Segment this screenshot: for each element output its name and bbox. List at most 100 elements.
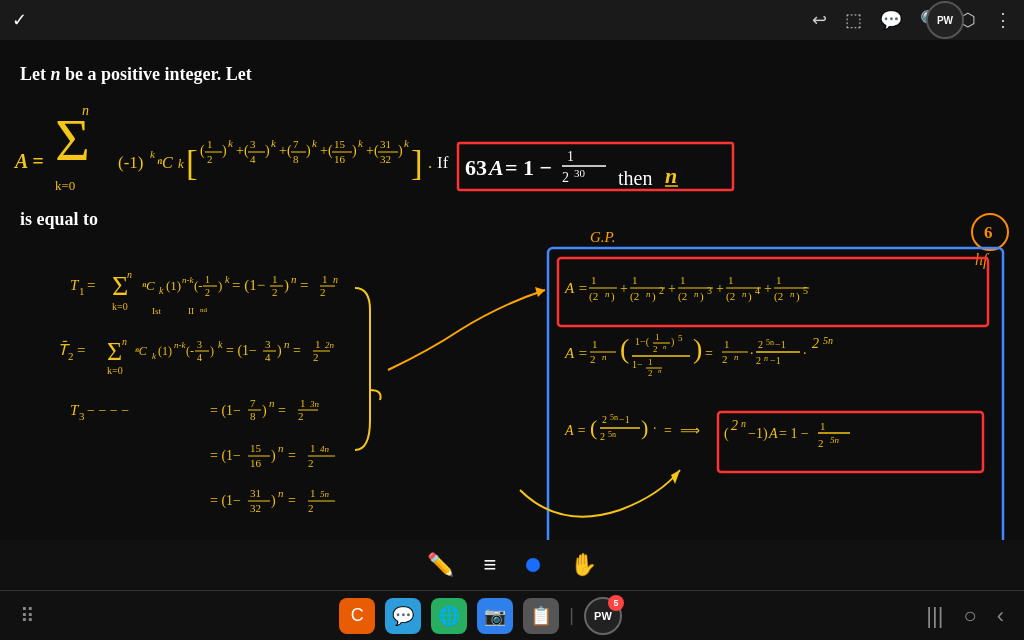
svg-text:A =: A = bbox=[564, 345, 588, 361]
svg-text:n: n bbox=[658, 367, 662, 375]
svg-text:A =: A = bbox=[564, 423, 586, 438]
svg-text:4: 4 bbox=[250, 153, 256, 165]
hand-icon[interactable]: ✋ bbox=[570, 552, 597, 578]
svg-text:1−: 1− bbox=[632, 359, 643, 370]
svg-text:(-: (- bbox=[186, 344, 194, 358]
svg-text:k: k bbox=[225, 274, 230, 285]
svg-text:1: 1 bbox=[728, 274, 734, 286]
nav-bars-icon[interactable]: ||| bbox=[926, 603, 943, 629]
svg-text:2: 2 bbox=[722, 353, 728, 365]
menu-icon[interactable]: ≡ bbox=[484, 552, 497, 578]
svg-text:(2: (2 bbox=[630, 290, 639, 303]
svg-text:n: n bbox=[742, 289, 747, 299]
svg-text:1: 1 bbox=[567, 149, 574, 164]
nav-home-icon[interactable]: ○ bbox=[963, 603, 976, 629]
math-content-svg: Let n be a positive integer. Let Σ n k=0… bbox=[0, 40, 1024, 580]
svg-text:+(: +( bbox=[320, 143, 333, 159]
svg-text:k=0: k=0 bbox=[55, 178, 75, 193]
svg-text:(2: (2 bbox=[589, 290, 598, 303]
svg-text:1: 1 bbox=[648, 357, 653, 367]
svg-text:): ) bbox=[284, 277, 289, 294]
svg-text:=: = bbox=[288, 448, 296, 463]
svg-text:2: 2 bbox=[659, 285, 664, 296]
svg-text:= 1 −: = 1 − bbox=[505, 155, 552, 180]
svg-text:1: 1 bbox=[310, 487, 316, 499]
svg-text:3: 3 bbox=[265, 338, 271, 350]
svg-text:): ) bbox=[611, 290, 615, 303]
svg-text:nd: nd bbox=[200, 306, 208, 314]
svg-text:+: + bbox=[620, 281, 628, 296]
app-icon-chat[interactable]: 💬 bbox=[385, 598, 421, 634]
toolbar-top: ✏️ ≡ ✋ bbox=[0, 540, 1024, 590]
pw-badge-count: 5 bbox=[608, 595, 624, 611]
separator: | bbox=[569, 605, 574, 626]
nav-icons-left: ⠿ bbox=[20, 604, 35, 628]
svg-text:(: ( bbox=[620, 333, 629, 364]
toolbar-bottom: ⠿ C 💬 🌐 📷 📋 | PW 5 ||| ○ ‹ bbox=[0, 590, 1024, 640]
svg-text:+(: +( bbox=[279, 143, 292, 159]
svg-text:): ) bbox=[748, 290, 752, 303]
svg-text:+(: +( bbox=[236, 143, 249, 159]
svg-text:1: 1 bbox=[632, 274, 638, 286]
app-icon-c[interactable]: C bbox=[339, 598, 375, 634]
svg-text:2: 2 bbox=[207, 153, 213, 165]
svg-text:7: 7 bbox=[293, 138, 299, 150]
nav-back-icon[interactable]: ‹ bbox=[997, 603, 1004, 629]
svg-text:(2: (2 bbox=[774, 290, 783, 303]
svg-text:31: 31 bbox=[250, 487, 261, 499]
svg-text:= (1−: = (1− bbox=[210, 403, 241, 419]
copy-icon[interactable]: ⬚ bbox=[845, 9, 862, 31]
status-left: ✓ bbox=[12, 9, 27, 31]
app-icon-camera[interactable]: 📷 bbox=[477, 598, 513, 634]
undo-icon[interactable]: ↩ bbox=[812, 9, 827, 31]
svg-text:n: n bbox=[602, 352, 607, 362]
svg-text:=: = bbox=[87, 277, 95, 293]
comment-icon[interactable]: 💬 bbox=[880, 9, 902, 31]
svg-text:Σ: Σ bbox=[112, 270, 128, 301]
svg-text:3: 3 bbox=[79, 410, 85, 422]
svg-text:5: 5 bbox=[678, 333, 683, 343]
dot-indicator[interactable] bbox=[526, 558, 540, 572]
svg-text:ⁿC: ⁿC bbox=[135, 344, 148, 358]
svg-text:): ) bbox=[641, 415, 648, 440]
pencil-icon[interactable]: ✏️ bbox=[427, 552, 454, 578]
svg-text:A =: A = bbox=[564, 280, 588, 296]
svg-text:=: = bbox=[288, 493, 296, 508]
svg-text:8: 8 bbox=[293, 153, 299, 165]
svg-text:n: n bbox=[82, 103, 89, 118]
svg-text:=: = bbox=[705, 346, 713, 361]
svg-text:1: 1 bbox=[724, 338, 730, 350]
app-icon-clip[interactable]: 📋 bbox=[523, 598, 559, 634]
svg-text:n: n bbox=[333, 274, 338, 285]
more-icon[interactable]: ⋮ bbox=[994, 9, 1012, 31]
svg-text:2: 2 bbox=[731, 418, 738, 433]
svg-text:= (1−: = (1− bbox=[210, 448, 241, 464]
checkmark-icon: ✓ bbox=[12, 9, 27, 31]
pw-badge[interactable]: PW 5 bbox=[584, 597, 622, 635]
svg-text:15: 15 bbox=[250, 442, 262, 454]
svg-text:= (1−: = (1− bbox=[226, 343, 257, 359]
svg-text:(: ( bbox=[200, 143, 205, 159]
svg-text:4: 4 bbox=[197, 352, 202, 363]
svg-text:5n: 5n bbox=[823, 335, 833, 346]
svg-text:1: 1 bbox=[272, 273, 278, 285]
svg-text:−1): −1) bbox=[748, 426, 768, 442]
svg-text:⟹: ⟹ bbox=[680, 423, 700, 438]
svg-text:32: 32 bbox=[250, 502, 261, 514]
svg-text:): ) bbox=[796, 290, 800, 303]
app-icon-globe[interactable]: 🌐 bbox=[431, 598, 467, 634]
svg-text:1−(: 1−( bbox=[635, 336, 650, 348]
grid-icon[interactable]: ⠿ bbox=[20, 604, 35, 628]
svg-rect-237 bbox=[718, 412, 983, 472]
svg-text:63: 63 bbox=[465, 155, 487, 180]
svg-text:16: 16 bbox=[334, 153, 346, 165]
svg-text:2: 2 bbox=[653, 344, 658, 354]
svg-text:A =: A = bbox=[13, 150, 44, 172]
svg-text:(-1): (-1) bbox=[118, 153, 143, 172]
svg-text:2: 2 bbox=[562, 170, 569, 185]
svg-text:2: 2 bbox=[602, 414, 607, 425]
svg-text:[: [ bbox=[186, 144, 198, 183]
svg-text:1: 1 bbox=[315, 338, 321, 350]
svg-text:1: 1 bbox=[776, 274, 782, 286]
svg-text:k: k bbox=[178, 156, 184, 171]
